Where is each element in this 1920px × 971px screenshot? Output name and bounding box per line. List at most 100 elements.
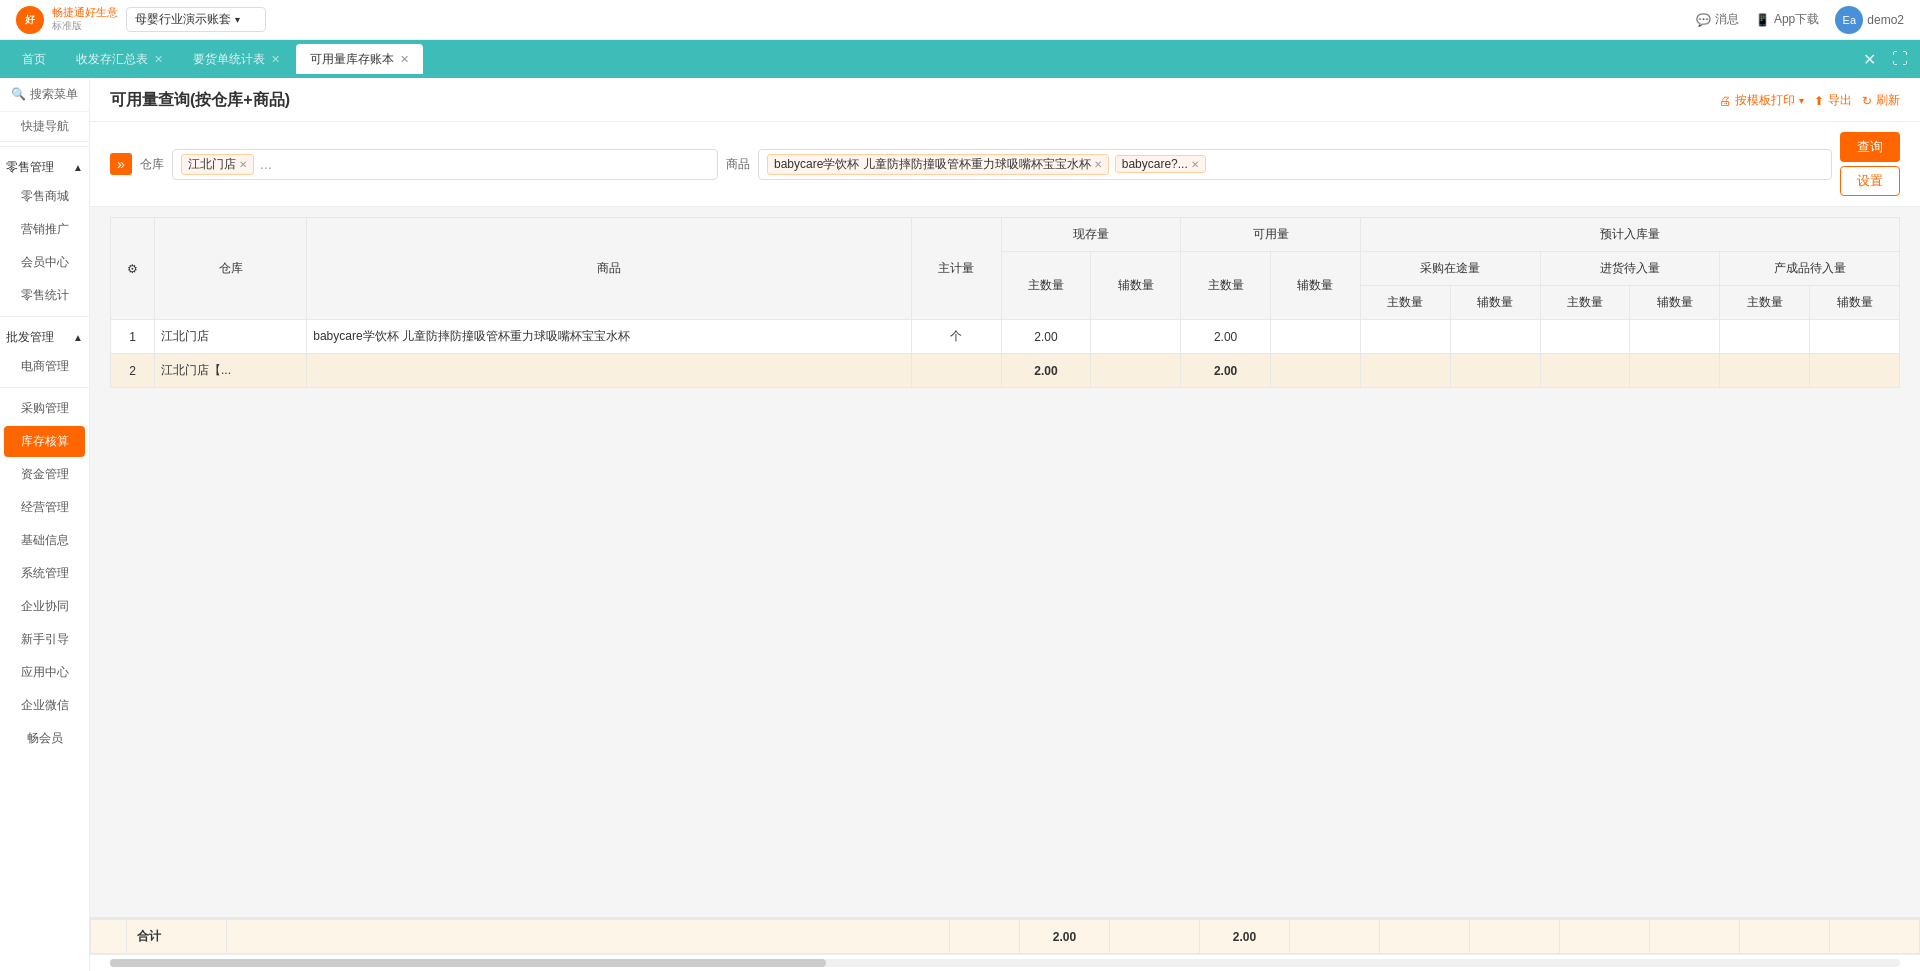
table-row[interactable]: 1 江北门店 babycare学饮杯 儿童防摔防撞吸管杯重力球吸嘴杯宝宝水杯 个… bbox=[111, 320, 1900, 354]
col-planned-in-group: 预计入库量 bbox=[1360, 218, 1899, 252]
row2-current-main: 2.00 bbox=[1001, 354, 1091, 388]
sidebar-item-operation[interactable]: 经营管理 bbox=[4, 492, 85, 523]
row1-pp-aux bbox=[1810, 320, 1900, 354]
logo-sub: 标准版 bbox=[52, 19, 118, 33]
total-empty-3 bbox=[950, 920, 1020, 954]
refresh-icon: ↻ bbox=[1862, 94, 1872, 108]
tab-order-stats-close[interactable]: ✕ bbox=[271, 53, 280, 66]
sidebar-item-inventory[interactable]: 库存核算 bbox=[4, 426, 85, 457]
sidebar-item-ecommerce[interactable]: 电商管理 bbox=[4, 351, 85, 382]
warehouse-dots[interactable]: ... bbox=[260, 156, 272, 172]
table-row[interactable]: 2 江北门店【... 2.00 2.00 bbox=[111, 354, 1900, 388]
settings-button[interactable]: 设置 bbox=[1840, 166, 1900, 196]
col-product: 商品 bbox=[307, 218, 912, 320]
product-label: 商品 bbox=[726, 156, 750, 173]
expand-btn[interactable]: ⛶ bbox=[1888, 48, 1912, 70]
user-menu[interactable]: Ea demo2 bbox=[1835, 6, 1904, 34]
sidebar-item-vip[interactable]: 畅会员 bbox=[4, 723, 85, 754]
col-available-main: 主数量 bbox=[1181, 252, 1271, 320]
col-pt-main: 主数量 bbox=[1360, 286, 1450, 320]
scrollbar-thumb[interactable] bbox=[110, 959, 826, 967]
warehouse-tag-close[interactable]: ✕ bbox=[239, 159, 247, 170]
content: 可用量查询(按仓库+商品) 🖨 按模板打印 ▾ ⬆ 导出 ↻ 刷新 bbox=[90, 78, 1920, 971]
total-inc-aux bbox=[1650, 920, 1740, 954]
sidebar-item-enterprise[interactable]: 企业协同 bbox=[4, 591, 85, 622]
sidebar-item-member[interactable]: 会员中心 bbox=[4, 247, 85, 278]
chevron-down-icon: ▾ bbox=[235, 14, 240, 25]
table-container[interactable]: ⚙ 仓库 商品 主计量 现存量 bbox=[90, 207, 1920, 917]
sidebar-item-finance[interactable]: 资金管理 bbox=[4, 459, 85, 490]
sidebar-item-retail-stats[interactable]: 零售统计 bbox=[4, 280, 85, 311]
sidebar-search[interactable]: 🔍 搜索菜单 bbox=[0, 78, 89, 112]
row2-pt-aux bbox=[1450, 354, 1540, 388]
tab-home[interactable]: 首页 bbox=[8, 44, 60, 74]
row2-pt-main bbox=[1360, 354, 1450, 388]
sidebar-item-retail-mall[interactable]: 零售商城 bbox=[4, 181, 85, 212]
sidebar-item-basic[interactable]: 基础信息 bbox=[4, 525, 85, 556]
app-download-action[interactable]: 📱 App下载 bbox=[1755, 11, 1819, 28]
filter-expand-btn[interactable]: » bbox=[110, 153, 132, 175]
row1-current-main: 2.00 bbox=[1001, 320, 1091, 354]
print-btn[interactable]: 🖨 按模板打印 ▾ bbox=[1719, 92, 1804, 109]
sidebar-item-guide[interactable]: 新手引导 bbox=[4, 624, 85, 655]
close-tab-btn[interactable]: ✕ bbox=[1859, 48, 1880, 71]
col-available-group: 可用量 bbox=[1181, 218, 1361, 252]
tab-home-label: 首页 bbox=[22, 51, 46, 68]
tab-bar-right: ✕ ⛶ bbox=[1859, 48, 1912, 71]
tab-receive-send[interactable]: 收发存汇总表 ✕ bbox=[62, 44, 177, 74]
product-filter-input[interactable]: babycare学饮杯 儿童防摔防撞吸管杯重力球吸嘴杯宝宝水杯 ✕ babyca… bbox=[758, 149, 1832, 180]
warehouse-label: 仓库 bbox=[140, 156, 164, 173]
product-tag-1[interactable]: babycare学饮杯 儿童防摔防撞吸管杯重力球吸嘴杯宝宝水杯 ✕ bbox=[767, 154, 1109, 175]
tab-available-stock-close[interactable]: ✕ bbox=[400, 53, 409, 66]
col-current-aux: 辅数量 bbox=[1091, 252, 1181, 320]
page-header: 可用量查询(按仓库+商品) 🖨 按模板打印 ▾ ⬆ 导出 ↻ 刷新 bbox=[90, 78, 1920, 122]
query-button[interactable]: 查询 bbox=[1840, 132, 1900, 162]
sidebar-quick-nav[interactable]: 快捷导航 bbox=[0, 112, 89, 142]
product-tag-2[interactable]: babycare?... ✕ bbox=[1115, 155, 1206, 173]
export-btn[interactable]: ⬆ 导出 bbox=[1814, 92, 1852, 109]
sidebar-item-app-center[interactable]: 应用中心 bbox=[4, 657, 85, 688]
warehouse-filter-input[interactable]: 江北门店 ✕ ... bbox=[172, 149, 718, 180]
sidebar-item-purchase[interactable]: 采购管理 bbox=[4, 393, 85, 424]
scrollbar-area[interactable] bbox=[90, 954, 1920, 971]
total-pt-main bbox=[1380, 920, 1470, 954]
top-bar-right: 💬 消息 📱 App下载 Ea demo2 bbox=[1696, 6, 1904, 34]
col-purchase-transit-group: 采购在途量 bbox=[1360, 252, 1540, 286]
logo-icon: 好 bbox=[16, 6, 44, 34]
row1-pp-main bbox=[1720, 320, 1810, 354]
chevron-print: ▾ bbox=[1799, 95, 1804, 106]
page-title: 可用量查询(按仓库+商品) bbox=[110, 90, 290, 111]
total-inc-main bbox=[1560, 920, 1650, 954]
sidebar-item-system[interactable]: 系统管理 bbox=[4, 558, 85, 589]
industry-selector[interactable]: 母婴行业演示账套 ▾ bbox=[126, 7, 266, 32]
sidebar-divider-2 bbox=[0, 316, 89, 317]
row1-inc-main bbox=[1540, 320, 1630, 354]
row2-product bbox=[307, 354, 912, 388]
col-inc-aux: 辅数量 bbox=[1630, 286, 1720, 320]
row2-index: 2 bbox=[111, 354, 155, 388]
product-tag-2-close[interactable]: ✕ bbox=[1191, 159, 1199, 170]
col-product-pending-group: 产成品待入量 bbox=[1720, 252, 1900, 286]
sidebar-divider-3 bbox=[0, 387, 89, 388]
col-settings[interactable]: ⚙ bbox=[111, 218, 155, 320]
total-pt-aux bbox=[1470, 920, 1560, 954]
row1-warehouse: 江北门店 bbox=[155, 320, 307, 354]
tab-available-stock[interactable]: 可用量库存账本 ✕ bbox=[296, 44, 423, 74]
col-available-aux: 辅数量 bbox=[1271, 252, 1361, 320]
tab-receive-send-close[interactable]: ✕ bbox=[154, 53, 163, 66]
top-bar: 好 畅捷通好生意 标准版 母婴行业演示账套 ▾ 💬 消息 📱 App下载 Ea … bbox=[0, 0, 1920, 40]
refresh-btn[interactable]: ↻ 刷新 bbox=[1862, 92, 1900, 109]
row1-product: babycare学饮杯 儿童防摔防撞吸管杯重力球吸嘴杯宝宝水杯 bbox=[307, 320, 912, 354]
tab-order-stats[interactable]: 要货单统计表 ✕ bbox=[179, 44, 294, 74]
table-footer: 合计 2.00 2.00 bbox=[90, 917, 1920, 971]
col-pt-aux: 辅数量 bbox=[1450, 286, 1540, 320]
sidebar-group-retail[interactable]: 零售管理 ▲ bbox=[0, 151, 89, 180]
sidebar-item-marketing[interactable]: 营销推广 bbox=[4, 214, 85, 245]
product-tag-1-close[interactable]: ✕ bbox=[1094, 159, 1102, 170]
sidebar-group-wholesale[interactable]: 批发管理 ▲ bbox=[0, 321, 89, 350]
row2-current-aux bbox=[1091, 354, 1181, 388]
warehouse-tag[interactable]: 江北门店 ✕ bbox=[181, 154, 254, 175]
scrollbar-track[interactable] bbox=[110, 959, 1900, 967]
message-action[interactable]: 💬 消息 bbox=[1696, 11, 1739, 28]
sidebar-item-wechat[interactable]: 企业微信 bbox=[4, 690, 85, 721]
